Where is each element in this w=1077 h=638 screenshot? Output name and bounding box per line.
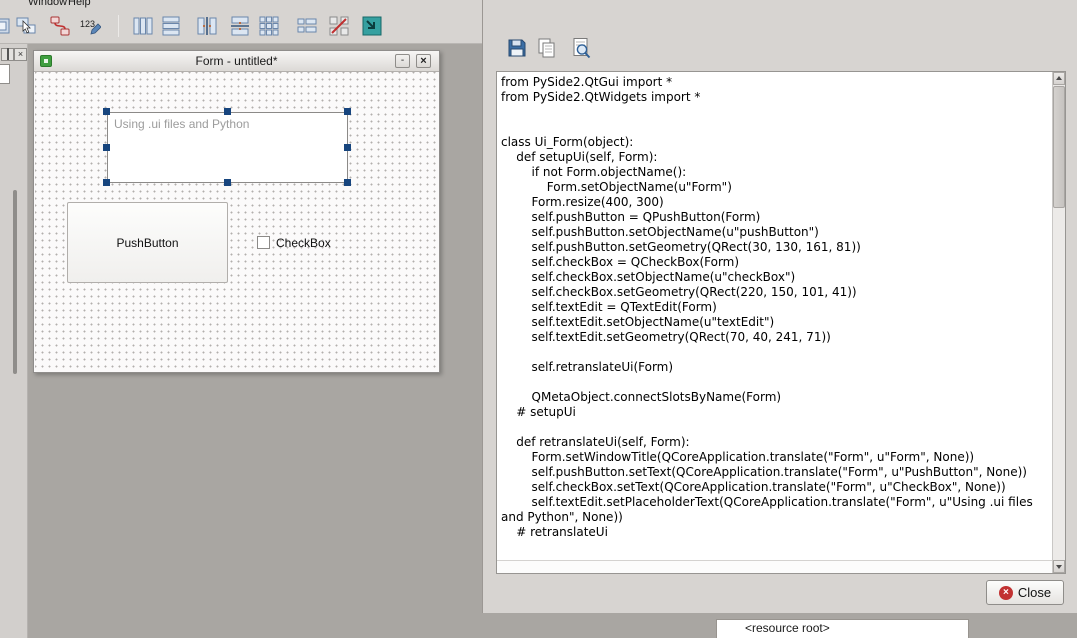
resource-browser-panel: <resource root> (716, 619, 969, 638)
form-titlebar[interactable]: Form - untitled* - × (34, 51, 439, 72)
code-view[interactable]: from PySide2.QtGui import * from PySide2… (496, 71, 1066, 574)
minimize-button[interactable]: - (395, 54, 410, 68)
edit-signals-slots-icon[interactable] (48, 14, 72, 38)
selection-handle-top-left[interactable] (103, 108, 110, 115)
vertical-scrollbar[interactable] (1052, 72, 1065, 573)
textedit-widget[interactable]: Using .ui files and Python (107, 112, 348, 183)
form-editor-window: Form - untitled* - × Using .ui files and… (33, 50, 440, 373)
scroll-down-button[interactable] (1053, 560, 1065, 573)
dock-close-button[interactable]: × (14, 48, 27, 61)
menu-help[interactable]: Help (68, 0, 91, 8)
selection-handle-top-middle[interactable] (224, 108, 231, 115)
pushbutton-label: PushButton (116, 236, 178, 250)
selection-handle-top-right[interactable] (344, 108, 351, 115)
dock-float-button[interactable] (1, 48, 14, 61)
widget-box-scrollbar[interactable] (13, 190, 17, 374)
close-button-label: Close (1018, 585, 1051, 600)
horizontal-scrollbar[interactable] (497, 560, 1052, 573)
break-layout-icon[interactable] (327, 14, 351, 38)
selection-handle-middle-right[interactable] (344, 144, 351, 151)
pushbutton-widget[interactable]: PushButton (67, 202, 228, 283)
layout-form-icon[interactable] (295, 14, 319, 38)
form-window-title: Form - untitled* (34, 54, 439, 68)
selection-handle-bottom-middle[interactable] (224, 179, 231, 186)
layout-horizontal-icon[interactable] (131, 14, 155, 38)
dock-float-icon (7, 48, 9, 60)
edit-widgets-icon[interactable] (14, 14, 38, 38)
qt-designer-screen: Window Help 123 (0, 0, 1077, 638)
checkbox-label: CheckBox (276, 236, 331, 250)
form-canvas[interactable]: Using .ui files and Python PushButton Ch… (35, 72, 438, 371)
scrollbar-thumb[interactable] (1053, 86, 1065, 208)
find-icon[interactable] (569, 36, 593, 60)
selection-handle-bottom-right[interactable] (344, 179, 351, 186)
layout-grid-icon[interactable] (257, 14, 281, 38)
edit-tab-order-icon[interactable]: 123 (78, 14, 102, 38)
checkbox-indicator[interactable] (257, 236, 270, 249)
code-text[interactable]: from PySide2.QtGui import * from PySide2… (497, 72, 1051, 559)
arrow-down-icon (1056, 565, 1062, 569)
main-window-top-strip: Window Help 123 (0, 0, 482, 44)
scroll-up-button[interactable] (1053, 72, 1065, 85)
close-icon: × (999, 586, 1013, 600)
close-window-button[interactable]: × (416, 54, 431, 68)
resource-root-item[interactable]: <resource root> (717, 620, 968, 637)
copy-icon[interactable] (535, 36, 559, 60)
layout-vertical-icon[interactable] (159, 14, 183, 38)
close-button[interactable]: × Close (986, 580, 1064, 605)
arrow-up-icon (1056, 76, 1062, 80)
svg-text:123: 123 (80, 19, 95, 29)
menu-window[interactable]: Window (28, 0, 67, 8)
layout-vertical-splitter-icon[interactable] (228, 14, 252, 38)
selection-handle-middle-left[interactable] (103, 144, 110, 151)
widget-box-dock: × (0, 44, 28, 638)
save-icon[interactable] (505, 36, 529, 60)
layout-horizontal-splitter-icon[interactable] (195, 14, 219, 38)
selection-handle-bottom-left[interactable] (103, 179, 110, 186)
toolbar-separator (118, 15, 119, 37)
dock-close-icon: × (18, 49, 23, 59)
widget-filter-input[interactable] (0, 64, 10, 84)
partial-toolbar-icon[interactable] (0, 14, 13, 38)
adjust-size-icon[interactable] (360, 14, 384, 38)
checkbox-widget[interactable]: CheckBox (257, 222, 358, 263)
code-preview-dialog: from PySide2.QtGui import * from PySide2… (482, 0, 1077, 613)
textedit-placeholder: Using .ui files and Python (114, 117, 249, 131)
